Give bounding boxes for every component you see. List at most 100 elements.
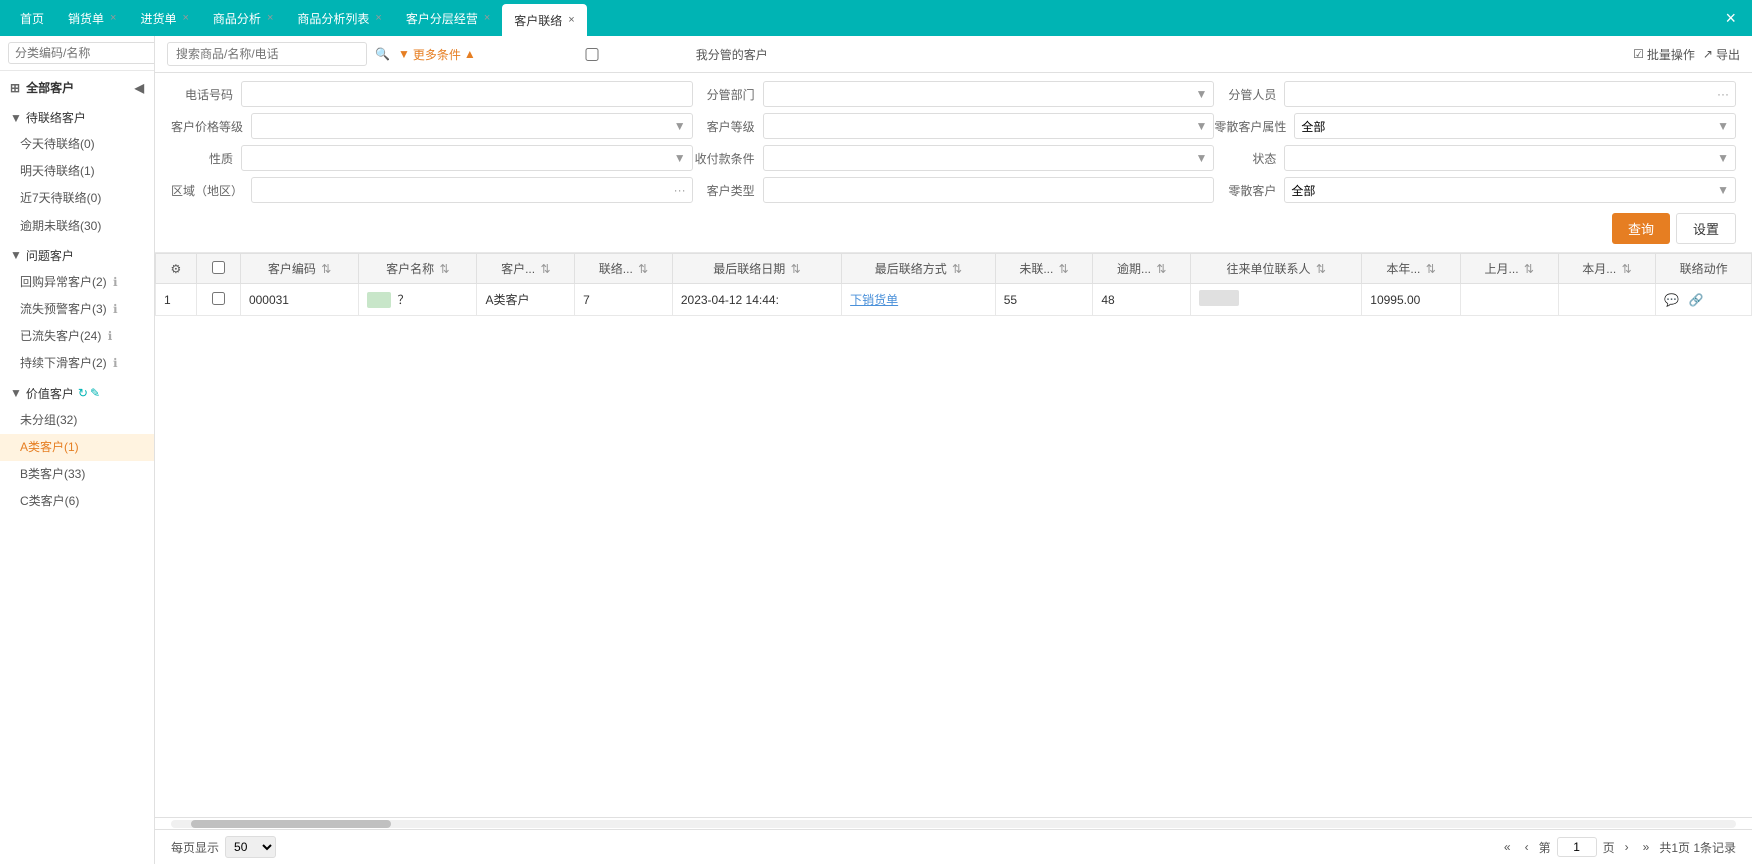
filter-dept-select[interactable]: ▼	[763, 81, 1215, 107]
cell-index: 1	[156, 284, 197, 316]
close-all-tabs[interactable]: ×	[1717, 8, 1744, 29]
sidebar-item-b-class[interactable]: B类客户(33)	[0, 461, 154, 488]
filter-phone-input[interactable]	[241, 81, 693, 107]
sidebar-search-input[interactable]	[8, 42, 155, 64]
sidebar-item-churned[interactable]: 已流失客户(24) ℹ	[0, 323, 154, 350]
sidebar-section-pending-title[interactable]: ▼ 待联络客户	[0, 104, 154, 131]
nav-tab-sales[interactable]: 销货单 ×	[56, 0, 128, 36]
nav-tab-analysis-list[interactable]: 商品分析列表 ×	[285, 0, 393, 36]
cell-action[interactable]: 💬 🔗	[1656, 284, 1752, 316]
sidebar-section-value-title[interactable]: ▼ 价值客户 ↻ ✎	[0, 380, 154, 407]
horizontal-scrollbar[interactable]	[155, 817, 1752, 829]
refresh-icon[interactable]: ↻	[78, 386, 88, 400]
nav-tab-analysis[interactable]: 商品分析 ×	[201, 0, 285, 36]
select-all-checkbox[interactable]	[212, 261, 225, 274]
sidebar-item-c-class[interactable]: C类客户(6)	[0, 488, 154, 515]
section-arrow-problem: ▼	[10, 248, 22, 262]
next-page-button[interactable]: ›	[1621, 838, 1633, 856]
col-last-date[interactable]: 最后联络日期 ⇅	[672, 254, 841, 284]
batch-operation-button[interactable]: ☑ 批量操作	[1633, 46, 1695, 63]
edit-icon[interactable]: ✎	[90, 386, 100, 400]
col-last-method[interactable]: 最后联络方式 ⇅	[842, 254, 996, 284]
export-button[interactable]: ↗ 导出	[1703, 46, 1740, 63]
page-number-input[interactable]	[1557, 837, 1597, 857]
sidebar-item-declining[interactable]: 持续下滑客户(2) ℹ	[0, 350, 154, 377]
col-last-month[interactable]: 上月... ⇅	[1460, 254, 1558, 284]
close-tab-customer-contact[interactable]: ×	[568, 14, 574, 26]
search-input[interactable]	[167, 42, 367, 66]
col-checkbox[interactable]	[196, 254, 240, 284]
col-overdue[interactable]: 逾期... ⇅	[1093, 254, 1191, 284]
cell-checkbox[interactable]	[196, 284, 240, 316]
row-checkbox[interactable]	[212, 292, 225, 305]
sidebar-all-customers[interactable]: ⊞ 全部客户 ◀	[0, 71, 154, 104]
filter-customer-level-select[interactable]: ▼	[763, 113, 1215, 139]
filter-region-input[interactable]: ···	[251, 177, 693, 203]
filter-payment-select[interactable]: ▼	[763, 145, 1215, 171]
my-customers-check[interactable]	[492, 48, 692, 61]
filter-retail-select[interactable]: 全部 ▼	[1284, 177, 1736, 203]
sidebar-item-repurchase-abnormal[interactable]: 回购异常客户(2) ℹ	[0, 269, 154, 296]
filter-arrow: ▲	[464, 47, 476, 61]
sidebar-item-churn-warning[interactable]: 流失预警客户(3) ℹ	[0, 296, 154, 323]
col-this-year[interactable]: 本年... ⇅	[1362, 254, 1461, 284]
col-name[interactable]: 客户名称 ⇅	[359, 254, 477, 284]
settings-icon[interactable]: ⚙	[171, 262, 182, 276]
filter-customer-type-input[interactable]	[763, 177, 1215, 203]
nav-tab-customer-tier[interactable]: 客户分层经营 ×	[394, 0, 502, 36]
close-tab-customer-tier[interactable]: ×	[484, 12, 490, 24]
settings-button[interactable]: 设置	[1676, 213, 1736, 244]
close-tab-purchase[interactable]: ×	[182, 12, 188, 24]
col-type[interactable]: 客户... ⇅	[477, 254, 575, 284]
filter-row-1: 电话号码 分管部门 ▼ 分管人员 ···	[171, 81, 1736, 107]
sort-uncontact-icon: ⇅	[1059, 262, 1069, 276]
close-tab-sales[interactable]: ×	[110, 12, 116, 24]
query-button[interactable]: 查询	[1612, 213, 1670, 244]
filter-status-select[interactable]: ▼	[1284, 145, 1736, 171]
close-tab-analysis[interactable]: ×	[267, 12, 273, 24]
filter-nature-select[interactable]: ▼	[241, 145, 693, 171]
nav-tab-customer-contact[interactable]: 客户联络 ×	[502, 4, 586, 36]
filter-actions: 查询 设置	[155, 209, 1752, 252]
close-tab-analysis-list[interactable]: ×	[375, 12, 381, 24]
sidebar-section-problem-title[interactable]: ▼ 问题客户	[0, 242, 154, 269]
bottom-bar: 每页显示 50 100 200 « ‹ 第 页 › » 共1页 1条记录	[155, 829, 1752, 864]
sidebar-item-today[interactable]: 今天待联络(0)	[0, 131, 154, 158]
prev-page-button[interactable]: ‹	[1521, 838, 1533, 856]
sidebar-item-7days[interactable]: 近7天待联络(0)	[0, 185, 154, 212]
nav-tab-purchase[interactable]: 进货单 ×	[128, 0, 200, 36]
filter-price-level-select[interactable]: ▼	[251, 113, 693, 139]
sidebar-collapse-btn[interactable]: ◀	[135, 81, 144, 95]
person-dots-icon: ···	[1717, 87, 1729, 101]
sidebar-item-tomorrow[interactable]: 明天待联络(1)	[0, 158, 154, 185]
filter-retail-attr-select[interactable]: 全部 ▼	[1294, 113, 1736, 139]
cell-last-method[interactable]: 下销货单	[842, 284, 996, 316]
action-link-icon[interactable]: 🔗	[1689, 293, 1704, 307]
action-chat-icon[interactable]: 💬	[1664, 293, 1679, 307]
scrollbar-thumb[interactable]	[191, 820, 391, 828]
col-uncontact[interactable]: 未联... ⇅	[995, 254, 1093, 284]
col-this-month[interactable]: 本月... ⇅	[1558, 254, 1656, 284]
nav-tab-home[interactable]: 首页	[8, 0, 56, 36]
filter-retail-attr-label: 零散客户属性	[1214, 118, 1294, 135]
filter-person-label: 分管人员	[1214, 86, 1284, 103]
sidebar-item-overdue[interactable]: 逾期未联络(30)	[0, 213, 154, 240]
more-filters-button[interactable]: ▼ 更多条件 ▲	[398, 46, 476, 63]
scrollbar-track	[171, 820, 1736, 828]
col-code[interactable]: 客户编码 ⇅	[240, 254, 358, 284]
search-button[interactable]: 🔍	[375, 47, 390, 61]
filter-person-input[interactable]: ···	[1284, 81, 1736, 107]
last-page-button[interactable]: »	[1639, 838, 1654, 856]
sidebar-item-a-class[interactable]: A类客户(1)	[0, 434, 154, 461]
sidebar-item-ungroup[interactable]: 未分组(32)	[0, 407, 154, 434]
my-customers-checkbox[interactable]: 我分管的客户	[492, 46, 768, 63]
per-page-select[interactable]: 50 100 200	[225, 836, 276, 858]
filter-phone-label: 电话号码	[171, 86, 241, 103]
sort-last-month-icon: ⇅	[1524, 262, 1534, 276]
col-contact2[interactable]: 往来单位联系人 ⇅	[1191, 254, 1362, 284]
col-settings[interactable]: ⚙	[156, 254, 197, 284]
col-contact[interactable]: 联络... ⇅	[575, 254, 673, 284]
first-page-button[interactable]: «	[1500, 838, 1515, 856]
filter-nature-label: 性质	[171, 150, 241, 167]
per-page-label: 每页显示	[171, 839, 219, 856]
